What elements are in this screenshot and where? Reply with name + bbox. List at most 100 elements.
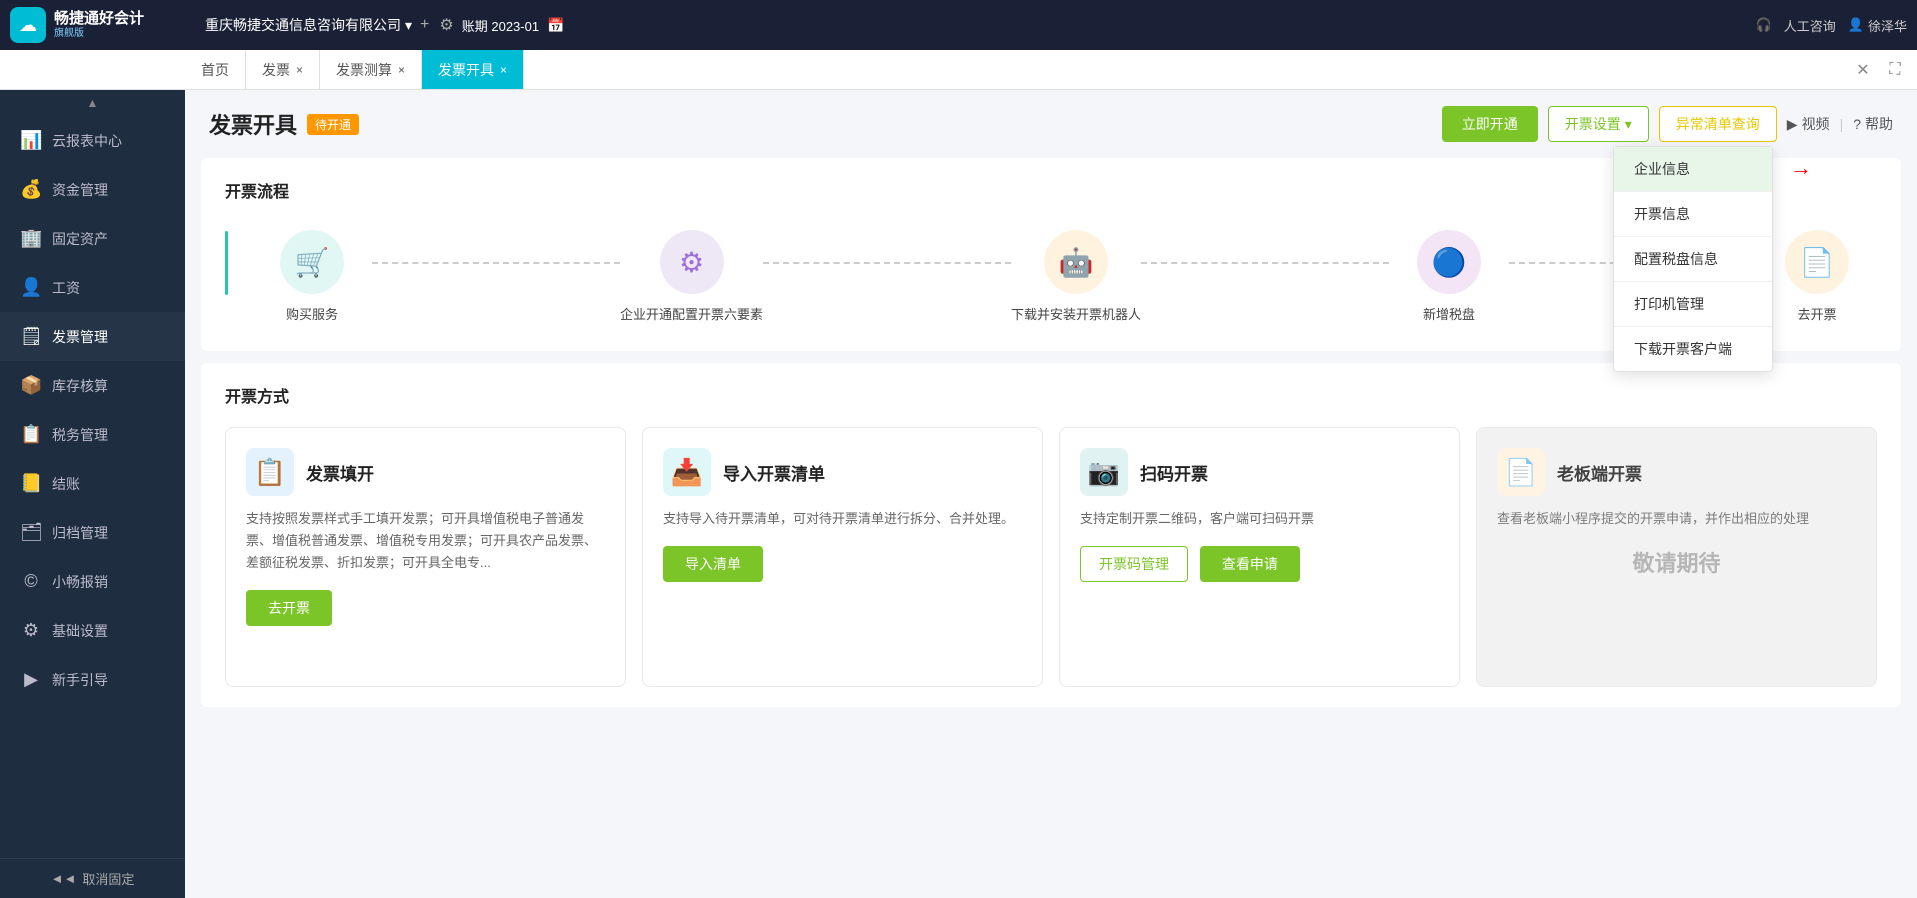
fill-title: 发票填开: [306, 460, 374, 485]
sidebar-item-settings[interactable]: ⚙ 基础设置: [0, 606, 185, 655]
period-label: 账期 2023-01: [462, 16, 539, 35]
top-icons: + ⚙: [420, 15, 454, 35]
chevron-down-icon[interactable]: ▾: [405, 17, 412, 34]
scan-view-apply-btn[interactable]: 查看申请: [1200, 546, 1300, 582]
close-invoice-calc-tab[interactable]: ×: [398, 63, 405, 77]
tabs-right-actions: ✕ ⛶: [1849, 50, 1917, 89]
archive-icon: 🗂: [20, 522, 42, 543]
add-taxdisk-icon: 🔵: [1417, 230, 1481, 294]
maximize-btn[interactable]: ⛶: [1881, 56, 1909, 84]
calendar-icon[interactable]: 📅: [547, 17, 564, 34]
content-area: 发票开具 待开通 立即开通 开票设置 ▾ 异常清单查询 ▶ 视频 | ? 帮助: [185, 90, 1917, 898]
go-invoice-icon: 📄: [1785, 230, 1849, 294]
tab-home[interactable]: 首页: [185, 50, 246, 89]
company-name: 重庆畅捷交通信息咨询有限公司: [205, 15, 401, 35]
logo-text: 畅捷通好会计 旗舰版: [54, 10, 144, 40]
sidebar-item-guide[interactable]: ▶ 新手引导: [0, 655, 185, 704]
methods-section: 开票方式 📋 发票填开 支持按照发票样式手工填开发票；可开具增值税电子普通发票、…: [201, 363, 1901, 707]
fixed-assets-icon: 🏢: [20, 228, 42, 249]
buy-service-icon: 🛒: [280, 230, 344, 294]
flow-step-buy: 🛒 购买服务: [252, 230, 372, 323]
play-circle-icon: ▶: [1787, 116, 1798, 133]
scan-header: 📷 扫码开票: [1080, 448, 1439, 496]
sidebar-item-invoice-mgmt[interactable]: 🗒 发票管理: [0, 312, 185, 361]
fill-icon: 📋: [246, 448, 294, 496]
close-tab-btn[interactable]: ✕: [1849, 56, 1877, 84]
company-selector[interactable]: 重庆畅捷交通信息咨询有限公司 ▾: [205, 15, 412, 35]
dropdown-item-printer[interactable]: 打印机管理: [1614, 282, 1772, 327]
expense-icon: ©: [20, 571, 42, 592]
top-bar: ☁ 畅捷通好会计 旗舰版 重庆畅捷交通信息咨询有限公司 ▾ + ⚙ 账期 202…: [0, 0, 1917, 50]
import-title: 导入开票清单: [723, 460, 825, 485]
waiting-label: 敬请期待: [1497, 546, 1856, 578]
sidebar-item-cloud-report[interactable]: 📊 云报表中心: [0, 116, 185, 165]
logo-area: ☁ 畅捷通好会计 旗舰版: [10, 7, 195, 43]
headset-icon: 🎧: [1756, 17, 1772, 33]
settings-btn[interactable]: 开票设置 ▾: [1548, 106, 1649, 142]
question-icon: ?: [1853, 116, 1861, 132]
add-icon[interactable]: +: [420, 16, 429, 34]
app-subtitle: 旗舰版: [54, 28, 144, 40]
help-btn[interactable]: ? 帮助: [1853, 114, 1893, 134]
app-title: 畅捷通好会计: [54, 10, 144, 28]
tab-invoice-issue[interactable]: 发票开具 ×: [422, 50, 524, 89]
tab-invoice-calc[interactable]: 发票测算 ×: [320, 50, 422, 89]
import-header: 📥 导入开票清单: [663, 448, 1022, 496]
connector-3: [1141, 262, 1389, 264]
sidebar-item-payroll[interactable]: 👤 工资: [0, 263, 185, 312]
buy-service-label: 购买服务: [286, 304, 338, 323]
dropdown-item-invoice-info[interactable]: 开票信息: [1614, 192, 1772, 237]
import-icon: 📥: [663, 448, 711, 496]
method-card-import: 📥 导入开票清单 支持导入待开票清单，可对待开票清单进行拆分、合并处理。 导入清…: [642, 427, 1043, 687]
dropdown-item-tax-disk[interactable]: 配置税盘信息: [1614, 237, 1772, 282]
import-btn[interactable]: 导入清单: [663, 546, 763, 582]
download-install-label: 下载并安装开票机器人: [1011, 304, 1141, 323]
sidebar-item-expense[interactable]: © 小畅报销: [0, 557, 185, 606]
settings-icon[interactable]: ⚙: [439, 15, 453, 35]
close-invoice-tab[interactable]: ×: [296, 63, 303, 77]
username: 徐泽华: [1868, 16, 1907, 35]
sidebar-item-archive[interactable]: 🗂 归档管理: [0, 508, 185, 557]
flow-step-go-invoice: 📄 去开票: [1757, 230, 1877, 323]
video-btn[interactable]: ▶ 视频: [1787, 114, 1830, 134]
cancel-fixed-btn[interactable]: ◄◄ 取消固定: [0, 858, 185, 898]
scan-desc: 支持定制开票二维码，客户端可扫码开票: [1080, 508, 1439, 530]
support-label[interactable]: 人工咨询: [1784, 16, 1836, 35]
dropdown-item-download-client[interactable]: 下载开票客户端: [1614, 327, 1772, 371]
fill-go-btn[interactable]: 去开票: [246, 590, 332, 626]
dropdown-item-company-info[interactable]: 企业信息 →: [1614, 147, 1772, 192]
activate-btn[interactable]: 立即开通: [1442, 106, 1538, 142]
flow-step-download: 🤖 下载并安装开票机器人: [1011, 230, 1141, 323]
checkout-icon: 📒: [20, 473, 42, 494]
tabs-bar: 首页 发票 × 发票测算 × 发票开具 × ✕ ⛶: [0, 50, 1917, 90]
import-desc: 支持导入待开票清单，可对待开票清单进行拆分、合并处理。: [663, 508, 1022, 530]
sidebar-item-inventory[interactable]: 📦 库存核算: [0, 361, 185, 410]
app-logo-icon: ☁: [10, 7, 46, 43]
guide-icon: ▶: [20, 669, 42, 690]
boss-header: 📄 老板端开票: [1497, 448, 1856, 496]
connector-2: [763, 262, 1011, 264]
status-badge: 待开通: [307, 114, 359, 135]
method-card-boss: 📄 老板端开票 查看老板端小程序提交的开票申请，并作出相应的处理 敬请期待: [1476, 427, 1877, 687]
user-area[interactable]: 👤 徐泽华: [1848, 16, 1907, 35]
go-invoice-label: 去开票: [1798, 304, 1837, 323]
sidebar-item-checkout[interactable]: 📒 结账: [0, 459, 185, 508]
scan-code-mgmt-btn[interactable]: 开票码管理: [1080, 546, 1188, 582]
methods-grid: 📋 发票填开 支持按照发票样式手工填开发票；可开具增值税电子普通发票、增值税普通…: [225, 427, 1877, 687]
boss-title: 老板端开票: [1557, 460, 1642, 485]
pin-icon: ◄◄: [51, 871, 77, 886]
page-title: 发票开具: [209, 108, 297, 140]
tab-invoice[interactable]: 发票 ×: [246, 50, 320, 89]
red-arrow-icon: →: [1790, 155, 1812, 181]
chevron-down-settings-icon: ▾: [1625, 116, 1632, 133]
sidebar-item-tax-mgmt[interactable]: 📋 税务管理: [0, 410, 185, 459]
sidebar-item-fund-mgmt[interactable]: 💰 资金管理: [0, 165, 185, 214]
exception-btn[interactable]: 异常清单查询: [1659, 106, 1777, 142]
fund-mgmt-icon: 💰: [20, 179, 42, 200]
sidebar-item-fixed-assets[interactable]: 🏢 固定资产: [0, 214, 185, 263]
close-invoice-issue-tab[interactable]: ×: [500, 63, 507, 77]
top-right: 🎧 人工咨询 👤 徐泽华: [1756, 16, 1907, 35]
page-header: 发票开具 待开通 立即开通 开票设置 ▾ 异常清单查询 ▶ 视频 | ? 帮助: [185, 90, 1917, 150]
sidebar-scroll-up[interactable]: ▲: [0, 90, 185, 116]
config-enterprise-icon: ⚙: [660, 230, 724, 294]
